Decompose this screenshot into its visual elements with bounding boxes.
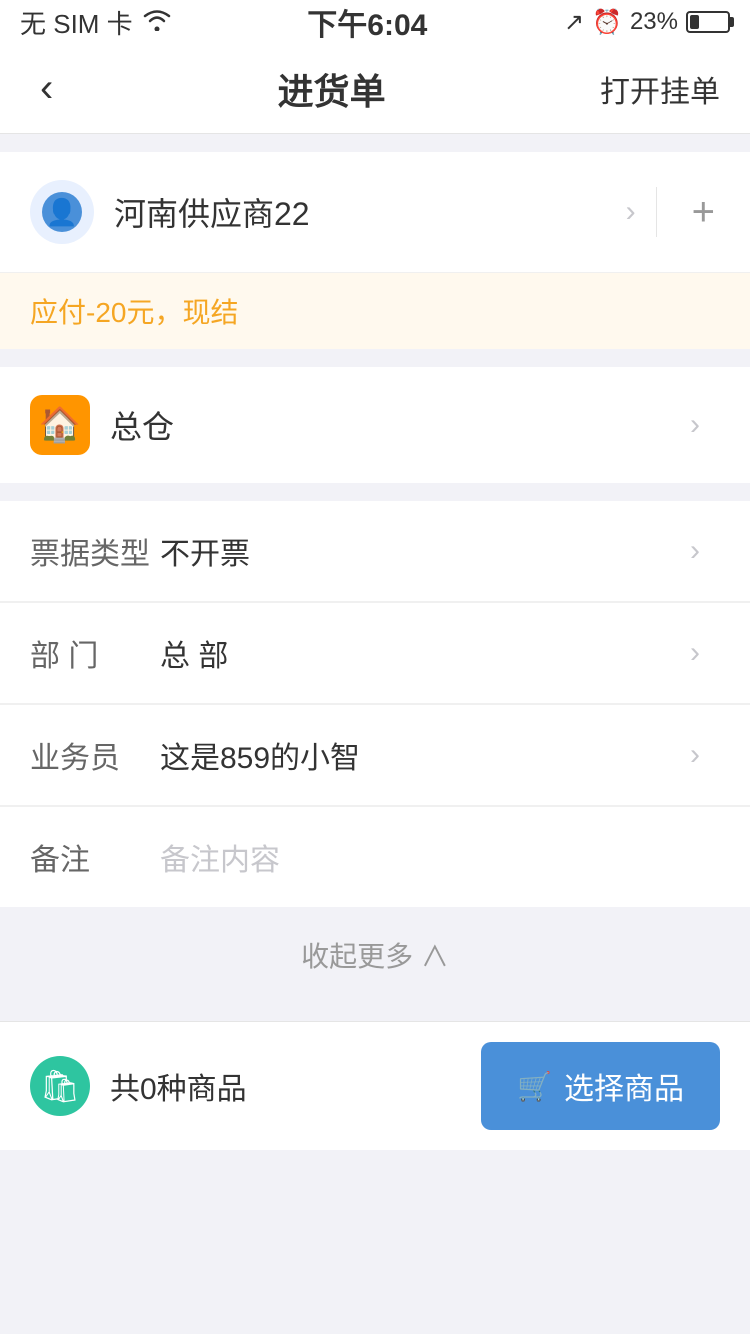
status-right: ↗ ⏰ 23%: [564, 8, 730, 37]
salesperson-value: 这是859的小智: [160, 733, 690, 777]
shopping-cart-icon: 🛍: [40, 1067, 81, 1105]
gap-4: [0, 1003, 750, 1021]
chevron-right-icon: ›: [690, 408, 700, 442]
footer-bar: 🛍 共0种商品 🛒 选择商品: [0, 1021, 750, 1150]
supplier-row[interactable]: 👤 河南供应商22 › +: [0, 152, 750, 273]
nav-bar: ‹ 进货单 打开挂单: [0, 44, 750, 134]
product-count-label: 共0种商品: [110, 1064, 481, 1108]
department-row[interactable]: 部 门 总 部 ›: [0, 603, 750, 704]
home-icon: 🏠: [39, 405, 81, 445]
page-title: 进货单: [278, 63, 386, 115]
invoice-label: 票据类型: [30, 529, 150, 573]
notice-bar: 应付-20元，现结: [0, 273, 750, 349]
select-goods-button[interactable]: 🛒 选择商品: [481, 1042, 720, 1130]
supplier-card: 👤 河南供应商22 › + 应付-20元，现结: [0, 152, 750, 349]
salesperson-row[interactable]: 业务员 这是859的小智 ›: [0, 705, 750, 806]
status-bar: 无 SIM 卡 下午6:04 ↗ ⏰ 23%: [0, 0, 750, 44]
chevron-right-icon: ›: [690, 534, 700, 568]
department-value: 总 部: [160, 631, 690, 675]
warehouse-name: 总仓: [110, 402, 690, 448]
warehouse-card: 🏠 总仓 ›: [0, 367, 750, 483]
open-pending-button[interactable]: 打开挂单: [600, 67, 720, 111]
select-goods-label: 选择商品: [564, 1064, 684, 1108]
cart-add-icon: 🛒: [517, 1070, 552, 1103]
cart-icon-container: 🛍: [30, 1056, 90, 1116]
notice-text: 应付-20元，现结: [30, 297, 238, 328]
carrier-label: 无 SIM 卡: [20, 4, 133, 41]
salesperson-label: 业务员: [30, 733, 150, 777]
supplier-name: 河南供应商22: [114, 189, 626, 235]
gap-2: [0, 349, 750, 367]
time-label: 下午6:04: [307, 0, 427, 44]
chevron-right-icon: ›: [690, 738, 700, 772]
remarks-input[interactable]: 备注内容: [160, 835, 720, 879]
person-icon: 👤: [46, 197, 78, 228]
invoice-value: 不开票: [160, 529, 690, 573]
invoice-type-row[interactable]: 票据类型 不开票 ›: [0, 501, 750, 602]
collapse-button[interactable]: 收起更多 ∧: [0, 907, 750, 1003]
battery-percentage: 23%: [630, 8, 678, 36]
chevron-right-icon: ›: [626, 195, 636, 229]
form-card: 票据类型 不开票 › 部 门 总 部 › 业务员 这是859的小智 › 备注 备…: [0, 501, 750, 907]
gap-1: [0, 134, 750, 152]
battery-icon: [686, 11, 730, 33]
back-button[interactable]: ‹: [30, 56, 63, 121]
warehouse-row[interactable]: 🏠 总仓 ›: [0, 367, 750, 483]
avatar-icon: 👤: [42, 192, 82, 232]
vertical-divider: [656, 187, 657, 237]
gap-3: [0, 483, 750, 501]
avatar: 👤: [30, 180, 94, 244]
remarks-label: 备注: [30, 835, 150, 879]
status-left: 无 SIM 卡: [20, 4, 171, 41]
chevron-right-icon: ›: [690, 636, 700, 670]
warehouse-icon: 🏠: [30, 395, 90, 455]
alarm-icon: ⏰: [592, 8, 622, 37]
collapse-label: 收起更多 ∧: [301, 941, 449, 972]
remarks-row[interactable]: 备注 备注内容: [0, 807, 750, 907]
wifi-icon: [143, 7, 171, 38]
add-button[interactable]: +: [687, 185, 720, 240]
department-label: 部 门: [30, 631, 150, 675]
location-icon: ↗: [564, 8, 584, 37]
